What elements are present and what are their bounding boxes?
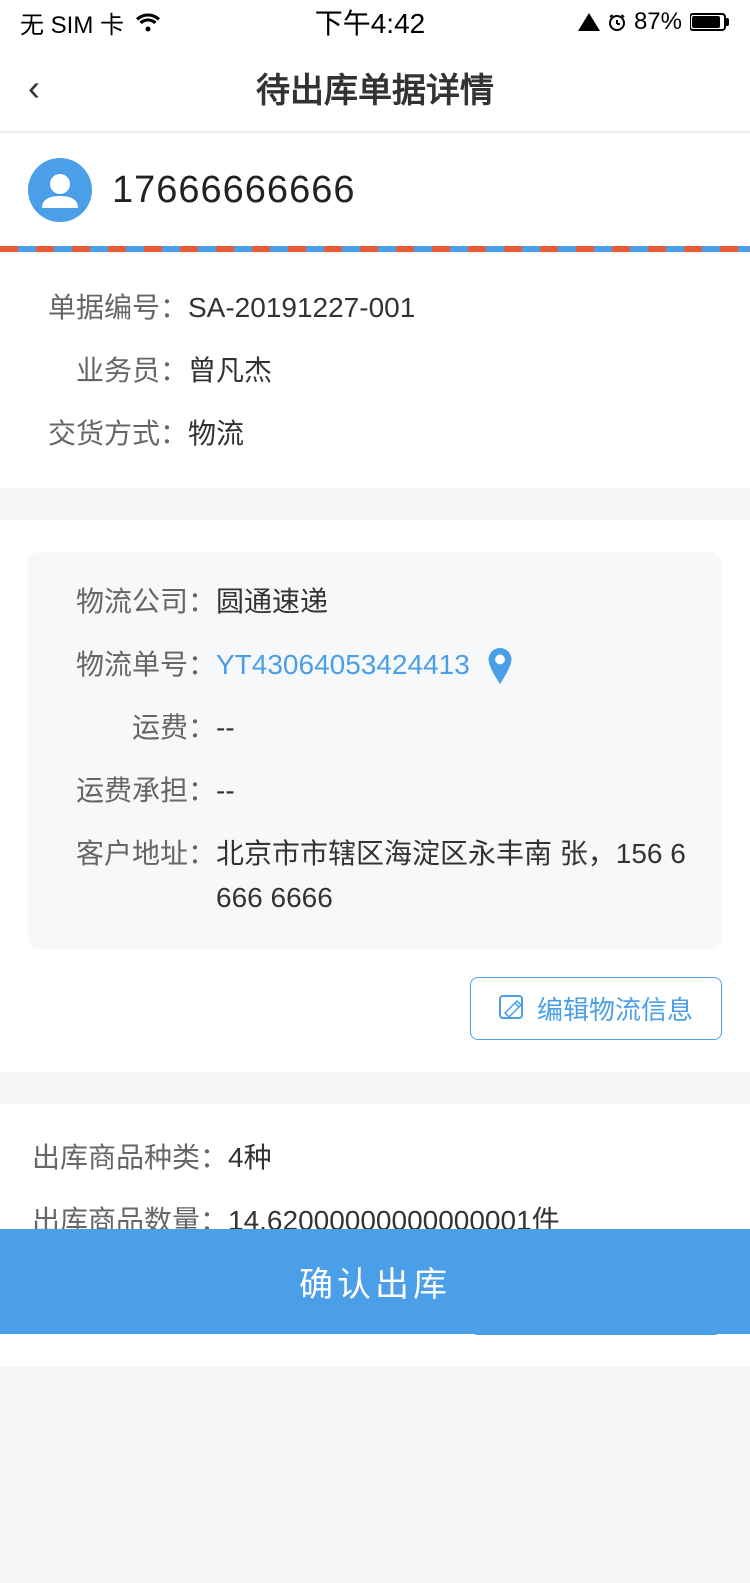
category-row: 出库商品种类： 4种 (28, 1136, 722, 1181)
wifi-icon (134, 12, 162, 32)
user-phone: 17666666666 (112, 169, 355, 212)
sales-rep-row: 业务员： 曾凡杰 (28, 349, 722, 394)
section-separator-1 (0, 504, 750, 520)
order-info-section: 单据编号： SA-20191227-001 业务员： 曾凡杰 交货方式： 物流 (0, 254, 750, 488)
edit-icon (499, 995, 527, 1023)
logistics-company-value: 圆通速递 (216, 580, 694, 625)
order-no-label: 单据编号： (28, 286, 188, 331)
page-header: ‹ 待出库单据详情 (0, 44, 750, 132)
logistics-company-label: 物流公司： (56, 580, 216, 625)
logistics-card: 物流公司： 圆通速递 物流单号： YT43064053424413 运费： --… (28, 552, 722, 949)
edit-logistics-button[interactable]: 编辑物流信息 (470, 977, 722, 1040)
address-row: 客户地址： 北京市市辖区海淀区永丰南 张，156 6666 6666 (56, 832, 694, 922)
order-no-row: 单据编号： SA-20191227-001 (28, 286, 722, 331)
order-no-value: SA-20191227-001 (188, 286, 722, 331)
section-separator-2 (0, 1088, 750, 1104)
category-value: 4种 (228, 1136, 722, 1181)
edit-logistics-btn-container: 编辑物流信息 (28, 977, 722, 1040)
bottom-spacer (0, 1383, 750, 1583)
address-value: 北京市市辖区海淀区永丰南 张，156 6666 6666 (216, 832, 694, 922)
delivery-method-value: 物流 (188, 412, 722, 457)
logistics-company-row: 物流公司： 圆通速递 (56, 580, 694, 625)
status-time: 下午4:42 (315, 2, 426, 42)
status-right: 87% (578, 8, 730, 36)
sales-rep-value: 曾凡杰 (188, 349, 722, 394)
status-carrier: 无 SIM 卡 (20, 5, 162, 40)
location-pin-icon[interactable] (482, 648, 518, 684)
page-title: 待出库单据详情 (256, 63, 494, 112)
sales-rep-label: 业务员： (28, 349, 188, 394)
battery-icon (690, 12, 730, 32)
user-avatar-icon (42, 170, 78, 210)
dashed-divider (0, 246, 750, 252)
avatar (28, 158, 92, 222)
confirm-outbound-button[interactable]: 确认出库 (299, 1257, 451, 1306)
back-button[interactable]: ‹ (28, 67, 40, 109)
freight-value: -- (216, 706, 694, 751)
tracking-no-row: 物流单号： YT43064053424413 (56, 643, 694, 688)
confirm-btn-container: 确认出库 (0, 1229, 750, 1334)
alarm-icon (608, 13, 626, 31)
delivery-method-row: 交货方式： 物流 (28, 412, 722, 457)
location-service-icon (578, 13, 600, 31)
address-label: 客户地址： (56, 832, 216, 877)
category-label: 出库商品种类： (28, 1136, 228, 1181)
freight-bearer-label: 运费承担： (56, 769, 216, 814)
tracking-no-value: YT43064053424413 (216, 643, 694, 688)
freight-bearer-row: 运费承担： -- (56, 769, 694, 814)
battery-text: 87% (634, 8, 682, 36)
freight-row: 运费： -- (56, 706, 694, 751)
status-bar: 无 SIM 卡 下午4:42 87% (0, 0, 750, 44)
user-info-bar: 17666666666 (0, 134, 750, 246)
delivery-method-label: 交货方式： (28, 412, 188, 457)
edit-logistics-label: 编辑物流信息 (537, 990, 693, 1027)
logistics-section: 物流公司： 圆通速递 物流单号： YT43064053424413 运费： --… (0, 520, 750, 1072)
tracking-no-label: 物流单号： (56, 643, 216, 688)
freight-bearer-value: -- (216, 769, 694, 814)
freight-label: 运费： (56, 706, 216, 751)
